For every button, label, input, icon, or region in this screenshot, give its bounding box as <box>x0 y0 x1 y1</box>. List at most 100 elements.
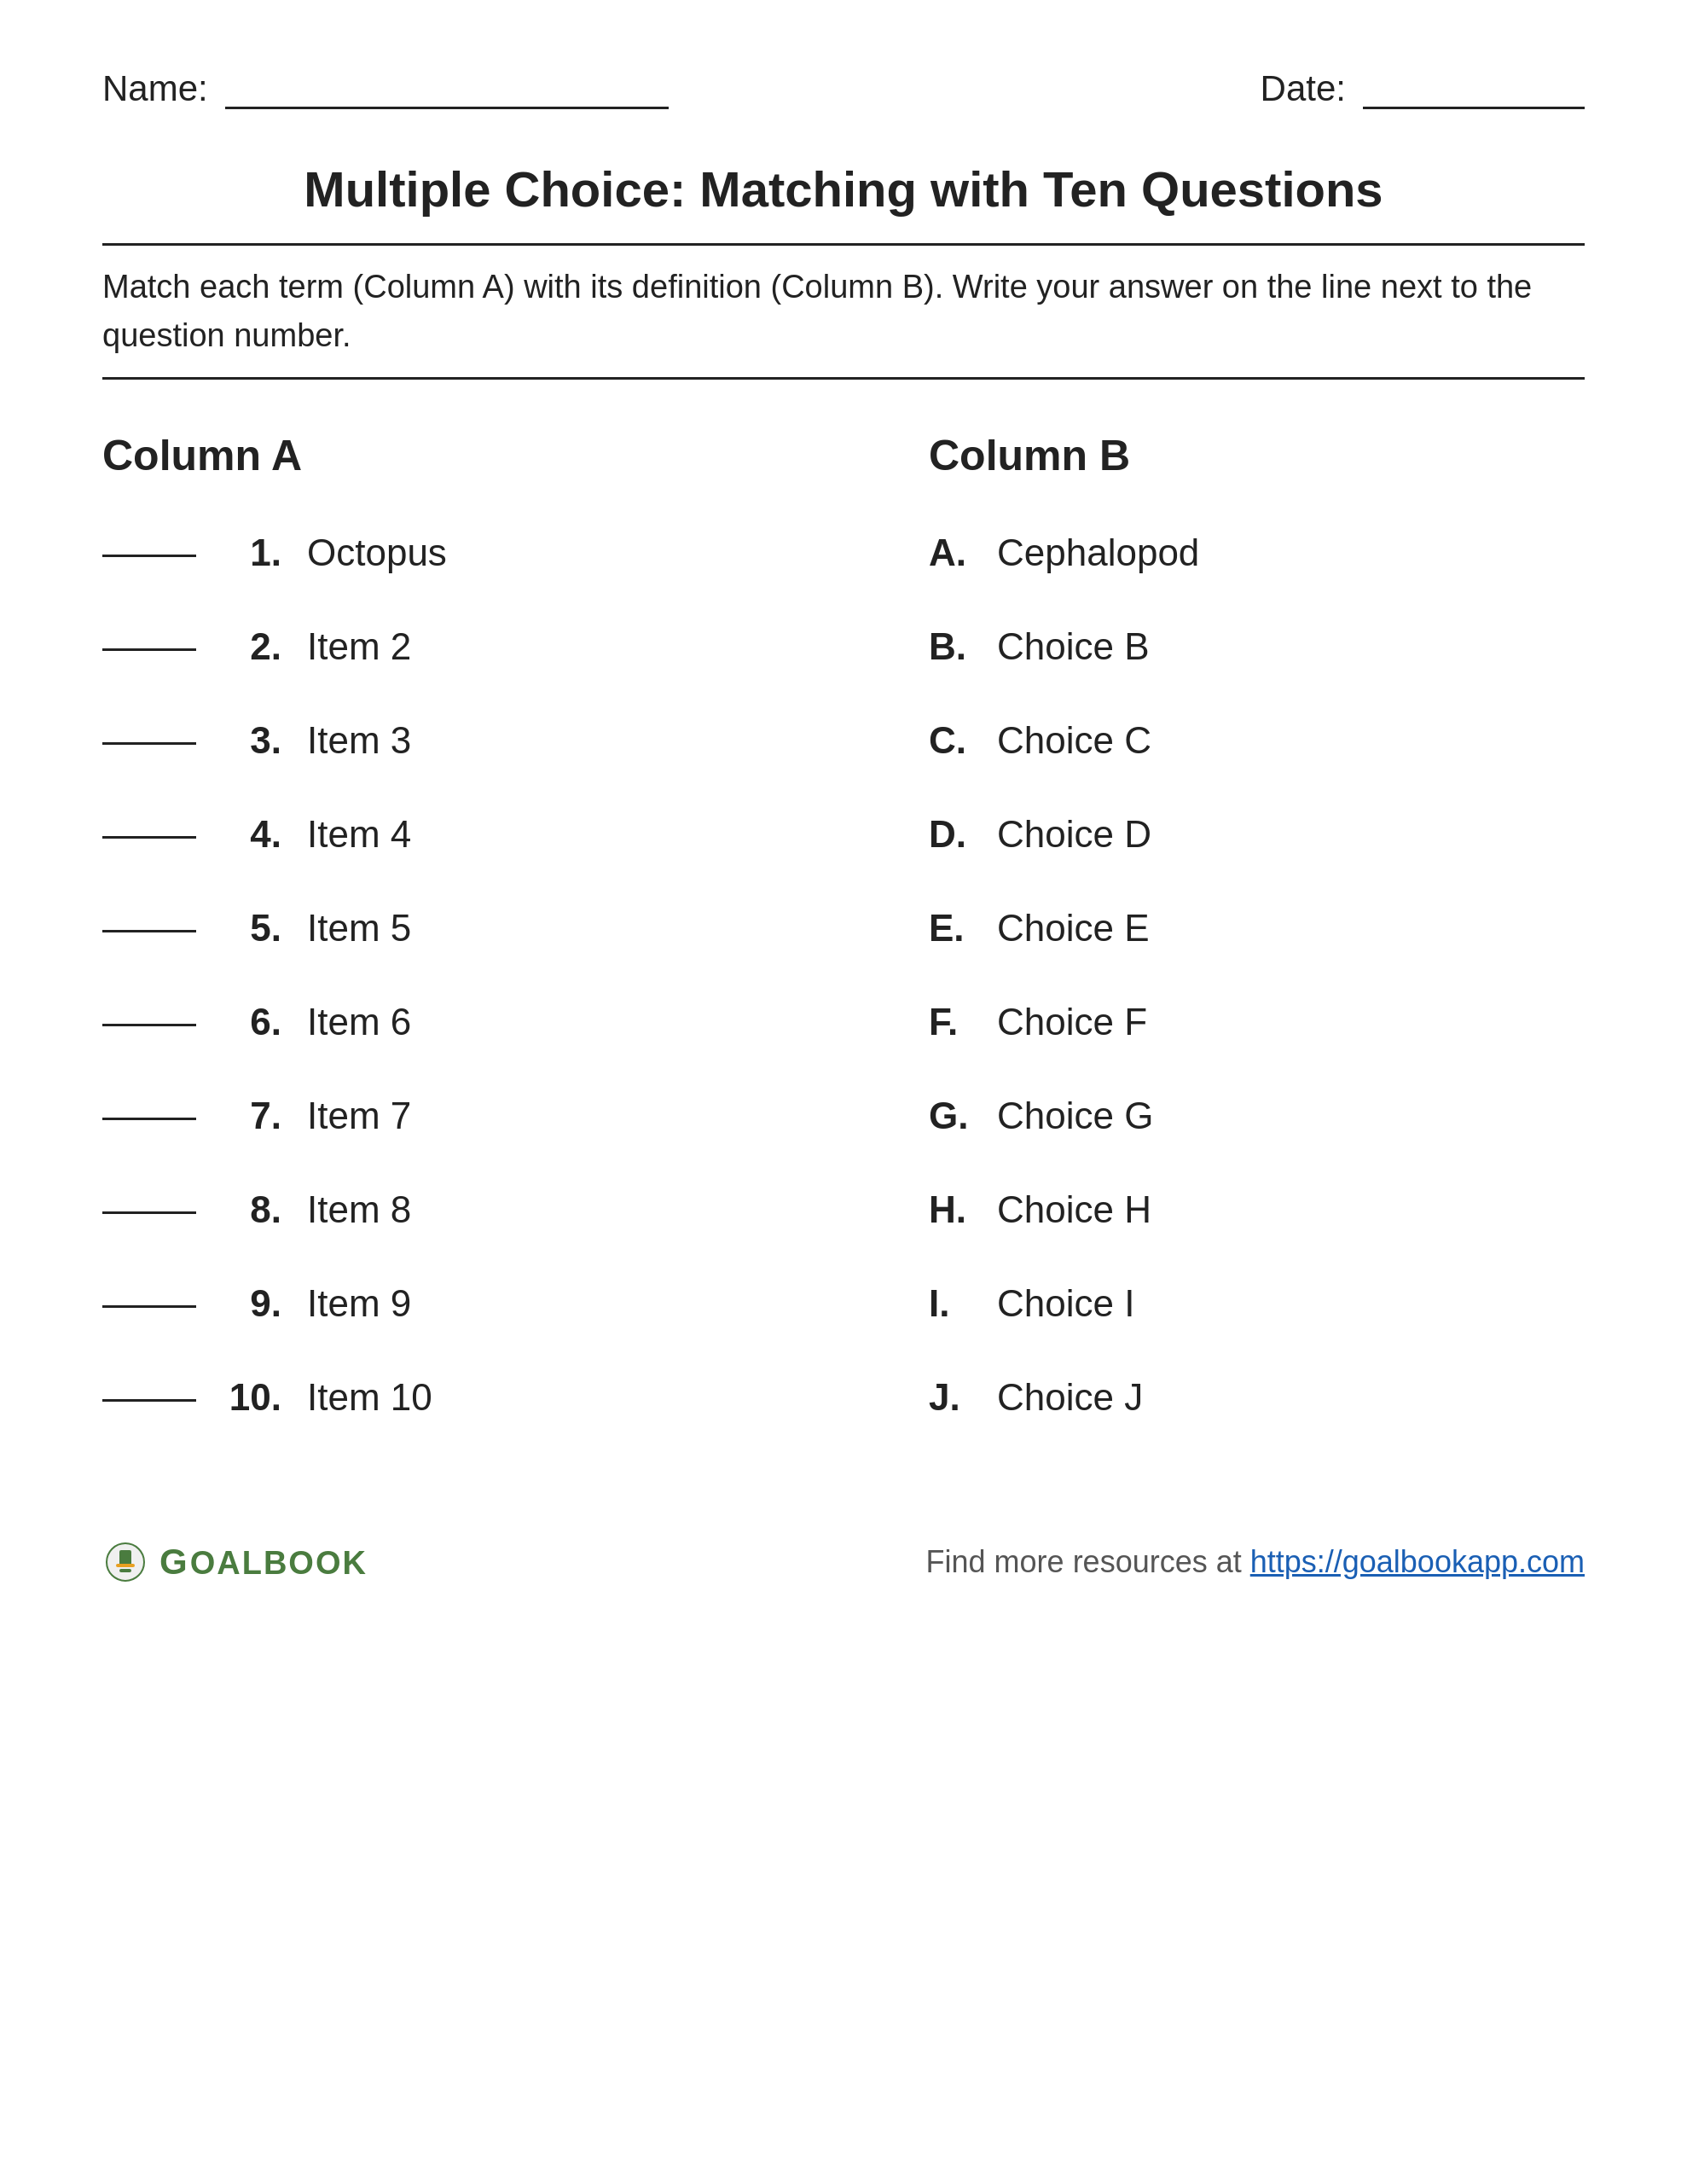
item-text: Item 4 <box>307 813 411 856</box>
date-line[interactable] <box>1363 101 1585 109</box>
name-section: Name: <box>102 68 669 109</box>
item-text: Item 9 <box>307 1282 411 1325</box>
date-section: Date: <box>1261 68 1585 109</box>
choice-letter: E. <box>929 907 971 950</box>
logo-rest-text: OALBOOK <box>190 1545 368 1581</box>
matching-row: 2.Item 2 B. Choice B <box>102 600 1585 694</box>
col-b-item: H. Choice H <box>844 1188 1585 1231</box>
answer-line[interactable] <box>102 736 196 745</box>
col-a-item: 4. Item 4 <box>102 813 844 856</box>
answer-line[interactable] <box>102 1205 196 1214</box>
choice-text: Choice G <box>997 1095 1153 1137</box>
col-a-item: 7. Item 7 <box>102 1095 844 1137</box>
title-divider <box>102 243 1585 246</box>
item-number: 4. <box>222 813 281 856</box>
col-a-item: 8. Item 8 <box>102 1188 844 1231</box>
instructions-box: Match each term (Column A) with its defi… <box>102 263 1585 380</box>
column-a-header: Column A <box>102 431 844 480</box>
col-b-item: D. Choice D <box>844 813 1585 856</box>
col-a-item: 6. Item 6 <box>102 1001 844 1043</box>
matching-row: 3. Item 3 C. Choice C <box>102 694 1585 787</box>
answer-line[interactable] <box>102 924 196 932</box>
instructions-text: Match each term (Column A) with its defi… <box>102 263 1585 360</box>
matching-row: 8. Item 8 H. Choice H <box>102 1163 1585 1257</box>
col-a-item: 10.Item 10 <box>102 1376 844 1419</box>
answer-line[interactable] <box>102 1299 196 1308</box>
answer-line[interactable] <box>102 549 196 557</box>
matching-rows: 1.Octopus A. Cephalopod 2.Item 2 B. Choice B 3… <box>102 506 1585 1444</box>
choice-text: Choice H <box>997 1188 1151 1231</box>
choice-letter: C. <box>929 719 971 762</box>
col-b-item: J. Choice J <box>844 1376 1585 1419</box>
footer-link-section: Find more resources at https://goalbooka… <box>926 1544 1585 1580</box>
col-a-item: 2.Item 2 <box>102 625 844 668</box>
footer: GOALBOOK Find more resources at https://… <box>102 1513 1585 1585</box>
matching-row: 6. Item 6 F. Choice F <box>102 975 1585 1069</box>
header-section: Name: Date: <box>102 68 1585 109</box>
col-b-item: E.Choice E <box>844 907 1585 950</box>
answer-line[interactable] <box>102 1018 196 1026</box>
item-number: 5. <box>222 907 281 950</box>
item-number: 3. <box>222 719 281 762</box>
col-b-item: I. Choice I <box>844 1282 1585 1325</box>
choice-letter: A. <box>929 531 971 574</box>
item-text: Item 3 <box>307 719 411 762</box>
choice-letter: I. <box>929 1282 971 1325</box>
matching-row: 1.Octopus A. Cephalopod <box>102 506 1585 600</box>
choice-letter: D. <box>929 813 971 856</box>
col-b-item: C. Choice C <box>844 719 1585 762</box>
item-text: Item 7 <box>307 1095 411 1137</box>
choice-letter: B. <box>929 625 971 668</box>
col-a-item: 1.Octopus <box>102 531 844 574</box>
choice-text: Choice C <box>997 719 1151 762</box>
answer-line[interactable] <box>102 830 196 839</box>
item-number: 10. <box>222 1376 281 1419</box>
item-number: 1. <box>222 531 281 574</box>
item-number: 9. <box>222 1282 281 1325</box>
goalbook-logo-icon <box>102 1538 149 1585</box>
choice-letter: J. <box>929 1376 971 1419</box>
choice-text: Choice J <box>997 1376 1143 1419</box>
answer-line[interactable] <box>102 642 196 651</box>
goalbook-link[interactable]: https://goalbookapp.com <box>1250 1544 1585 1579</box>
title-section: Multiple Choice: Matching with Ten Quest… <box>102 160 1585 218</box>
item-number: 6. <box>222 1001 281 1043</box>
choice-text: Choice D <box>997 813 1151 856</box>
col-b-item: B. Choice B <box>844 625 1585 668</box>
item-text: Item 5 <box>307 907 411 950</box>
col-b-item: F. Choice F <box>844 1001 1585 1043</box>
choice-text: Choice F <box>997 1001 1147 1043</box>
columns-header: Column A Column B <box>102 431 1585 480</box>
item-number: 8. <box>222 1188 281 1231</box>
logo-text: GOALBOOK <box>159 1542 368 1583</box>
choice-text: Choice B <box>997 625 1150 668</box>
matching-row: 5. Item 5 E.Choice E <box>102 881 1585 975</box>
goalbook-logo: GOALBOOK <box>102 1538 368 1585</box>
item-number: 7. <box>222 1095 281 1137</box>
find-more-text: Find more resources at <box>926 1544 1250 1579</box>
col-b-item: A. Cephalopod <box>844 531 1585 574</box>
choice-letter: G. <box>929 1095 971 1137</box>
choice-letter: F. <box>929 1001 971 1043</box>
col-b-item: G. Choice G <box>844 1095 1585 1137</box>
name-line[interactable] <box>225 101 669 109</box>
page-title: Multiple Choice: Matching with Ten Quest… <box>102 160 1585 218</box>
item-number: 2. <box>222 625 281 668</box>
choice-letter: H. <box>929 1188 971 1231</box>
svg-rect-1 <box>119 1550 131 1565</box>
svg-rect-2 <box>116 1564 135 1567</box>
matching-row: 4. Item 4 D. Choice D <box>102 787 1585 881</box>
matching-row: 10.Item 10 J. Choice J <box>102 1350 1585 1444</box>
name-label: Name: <box>102 68 208 109</box>
svg-rect-3 <box>119 1569 131 1572</box>
matching-row: 7. Item 7 G. Choice G <box>102 1069 1585 1163</box>
col-a-item: 3. Item 3 <box>102 719 844 762</box>
col-a-item: 5. Item 5 <box>102 907 844 950</box>
answer-line[interactable] <box>102 1112 196 1120</box>
item-text: Item 8 <box>307 1188 411 1231</box>
choice-text: Cephalopod <box>997 531 1199 574</box>
choice-text: Choice I <box>997 1282 1134 1325</box>
answer-line[interactable] <box>102 1393 196 1402</box>
item-text: Item 6 <box>307 1001 411 1043</box>
column-b-header: Column B <box>844 431 1585 480</box>
